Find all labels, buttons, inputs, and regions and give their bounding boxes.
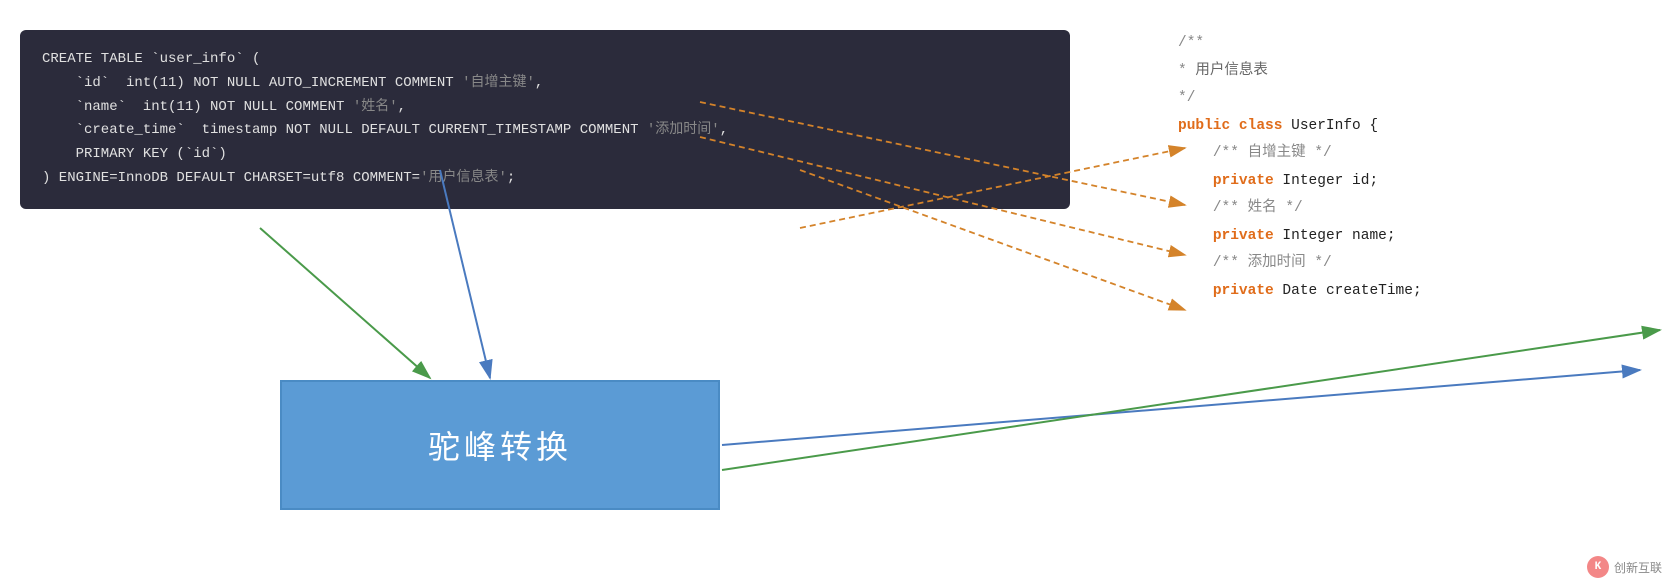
sql-code-block: CREATE TABLE `user_info` ( `id` int(11) …	[20, 30, 1070, 209]
java-field1-comment: /** 自增主键 */	[1178, 140, 1668, 168]
java-doc-comment-start: /**	[1178, 30, 1668, 58]
java-class-decl: public class UserInfo {	[1178, 113, 1668, 141]
watermark-text: 创新互联	[1614, 559, 1662, 576]
camel-conversion-box: 驼峰转换	[280, 380, 720, 510]
java-field1: private Integer id;	[1178, 168, 1668, 196]
watermark: K 创新互联	[1587, 556, 1662, 578]
sql-line-3: `name` int(11) NOT NULL COMMENT '姓名',	[42, 96, 1048, 120]
java-field2: private Integer name;	[1178, 223, 1668, 251]
java-doc-comment-desc: * 用户信息表	[1178, 58, 1668, 86]
watermark-icon: K	[1587, 556, 1609, 578]
watermark-icon-letter: K	[1595, 561, 1602, 573]
sql-line-6: ) ENGINE=InnoDB DEFAULT CHARSET=utf8 COM…	[42, 167, 1048, 191]
sql-line-2: `id` int(11) NOT NULL AUTO_INCREMENT COM…	[42, 72, 1048, 96]
java-field3: private Date createTime;	[1178, 278, 1668, 306]
java-code-block: /** * 用户信息表 */ public class UserInfo { /…	[1178, 30, 1668, 305]
java-field2-comment: /** 姓名 */	[1178, 195, 1668, 223]
java-field3-comment: /** 添加时间 */	[1178, 250, 1668, 278]
java-doc-comment-end: */	[1178, 85, 1668, 113]
sql-line-5: PRIMARY KEY (`id`)	[42, 143, 1048, 167]
camel-box-label: 驼峰转换	[428, 422, 572, 468]
sql-line-1: CREATE TABLE `user_info` (	[42, 48, 1048, 72]
sql-line-4: `create_time` timestamp NOT NULL DEFAULT…	[42, 119, 1048, 143]
